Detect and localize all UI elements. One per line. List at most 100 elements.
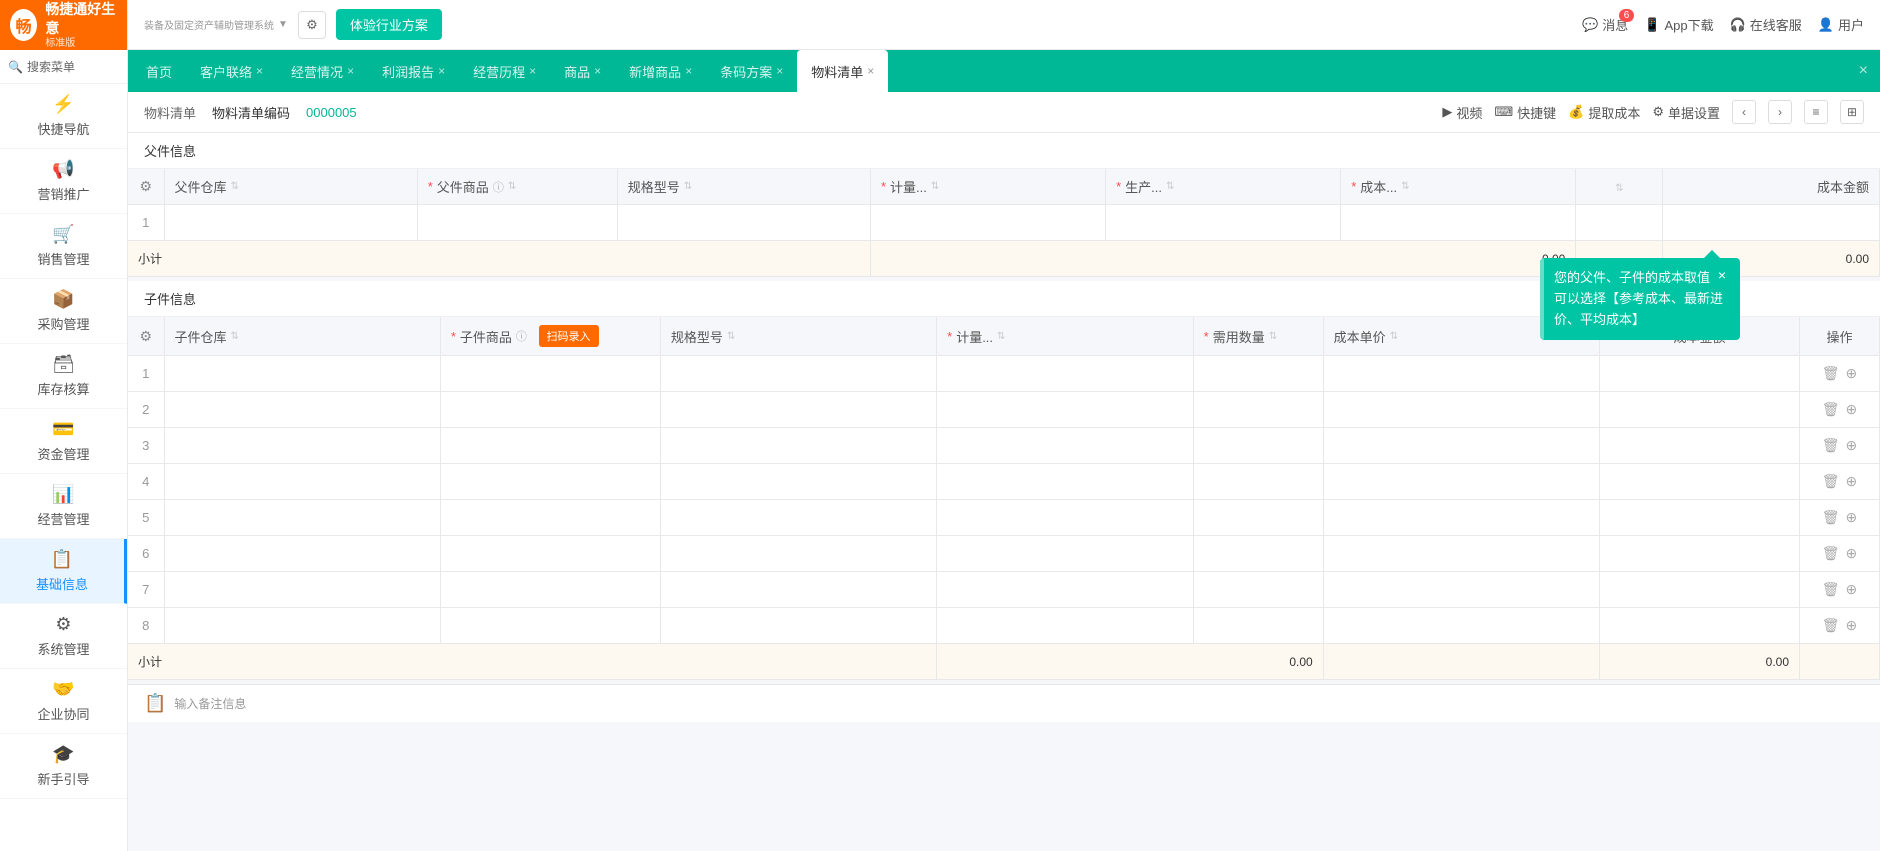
sidebar-item-quick-nav[interactable]: ⚡ 快捷导航 bbox=[0, 84, 127, 149]
child-quantity-cell[interactable] bbox=[1193, 392, 1323, 428]
delete-icon[interactable]: 🗑 bbox=[1822, 365, 1840, 382]
child-unit-cost-cell[interactable] bbox=[1323, 392, 1599, 428]
tab-goods[interactable]: 商品 × bbox=[550, 50, 615, 92]
child-quantity-cell[interactable] bbox=[1193, 464, 1323, 500]
child-goods-cell[interactable] bbox=[440, 464, 660, 500]
sort-icon[interactable]: ⇅ bbox=[508, 181, 516, 192]
sort-icon[interactable]: ⇅ bbox=[1401, 181, 1409, 192]
child-spec-cell[interactable] bbox=[660, 392, 936, 428]
copy-icon[interactable]: ⊕ bbox=[1846, 473, 1858, 490]
child-goods-cell[interactable] bbox=[440, 500, 660, 536]
child-quantity-cell[interactable] bbox=[1193, 536, 1323, 572]
child-goods-cell[interactable] bbox=[440, 608, 660, 644]
child-goods-cell[interactable] bbox=[440, 572, 660, 608]
note-placeholder[interactable]: 输入备注信息 bbox=[174, 695, 246, 712]
view-video-button[interactable]: ▶ 视频 bbox=[1442, 103, 1482, 122]
child-quantity-cell[interactable] bbox=[1193, 608, 1323, 644]
app-download-button[interactable]: 📱 App下载 bbox=[1644, 15, 1713, 34]
tab-customer-close[interactable]: × bbox=[256, 65, 263, 77]
extract-cost-button[interactable]: 💰 提取成本 bbox=[1568, 103, 1640, 122]
child-unit-cell[interactable] bbox=[937, 608, 1194, 644]
child-spec-cell[interactable] bbox=[660, 572, 936, 608]
sort-icon[interactable]: ⇅ bbox=[931, 181, 939, 192]
topbar-settings-button[interactable]: ⚙ bbox=[298, 11, 326, 39]
sort-icon[interactable]: ⇅ bbox=[727, 331, 735, 342]
gear-icon[interactable]: ⚙ bbox=[139, 178, 152, 194]
child-unit-cost-cell[interactable] bbox=[1323, 428, 1599, 464]
child-unit-cell[interactable] bbox=[937, 536, 1194, 572]
parent-unit-cell[interactable] bbox=[870, 205, 1105, 241]
child-unit-cell[interactable] bbox=[937, 572, 1194, 608]
tab-bom[interactable]: 物料清单 × bbox=[797, 50, 888, 92]
sidebar-item-marketing[interactable]: 📢 营销推广 bbox=[0, 149, 127, 214]
prev-record-button[interactable]: ‹ bbox=[1732, 100, 1756, 124]
tab-history-close[interactable]: × bbox=[529, 65, 536, 77]
gear-icon[interactable]: ⚙ bbox=[139, 328, 152, 344]
child-unit-cost-cell[interactable] bbox=[1323, 608, 1599, 644]
list-view-button[interactable]: ≡ bbox=[1804, 100, 1828, 124]
child-goods-cell[interactable] bbox=[440, 428, 660, 464]
online-service-button[interactable]: 🎧 在线客服 bbox=[1730, 15, 1802, 34]
delete-icon[interactable]: 🗑 bbox=[1822, 437, 1840, 454]
child-goods-cell[interactable] bbox=[440, 356, 660, 392]
parent-goods-cell[interactable] bbox=[417, 205, 617, 241]
child-unit-cell[interactable] bbox=[937, 392, 1194, 428]
parent-warehouse-cell[interactable] bbox=[164, 205, 417, 241]
child-spec-cell[interactable] bbox=[660, 608, 936, 644]
child-goods-cell[interactable] bbox=[440, 536, 660, 572]
scan-input-button[interactable]: 扫码录入 bbox=[539, 325, 599, 347]
tab-home[interactable]: 首页 bbox=[132, 50, 186, 92]
sidebar-item-sales[interactable]: 🛒 销售管理 bbox=[0, 214, 127, 279]
child-unit-cost-cell[interactable] bbox=[1323, 500, 1599, 536]
delete-icon[interactable]: 🗑 bbox=[1822, 617, 1840, 634]
tab-history[interactable]: 经营历程 × bbox=[459, 50, 550, 92]
expand-button[interactable]: ⊞ bbox=[1840, 100, 1864, 124]
delete-icon[interactable]: 🗑 bbox=[1822, 545, 1840, 562]
copy-icon[interactable]: ⊕ bbox=[1846, 401, 1858, 418]
child-quantity-cell[interactable] bbox=[1193, 356, 1323, 392]
tab-operation-close[interactable]: × bbox=[347, 65, 354, 77]
breadcrumb-bom[interactable]: 物料清单 bbox=[144, 103, 196, 122]
user-button[interactable]: 👤 用户 bbox=[1818, 15, 1864, 34]
copy-icon[interactable]: ⊕ bbox=[1846, 545, 1858, 562]
child-unit-cell[interactable] bbox=[937, 464, 1194, 500]
child-quantity-cell[interactable] bbox=[1193, 572, 1323, 608]
sort-icon[interactable]: ⇅ bbox=[1615, 183, 1623, 194]
child-th-gear[interactable]: ⚙ bbox=[128, 317, 164, 356]
copy-icon[interactable]: ⊕ bbox=[1846, 437, 1858, 454]
sidebar-item-basic-info[interactable]: 📋 基础信息 bbox=[0, 539, 127, 604]
child-unit-cell[interactable] bbox=[937, 356, 1194, 392]
tab-operation[interactable]: 经营情况 × bbox=[277, 50, 368, 92]
child-warehouse-cell[interactable] bbox=[164, 464, 440, 500]
tab-customer[interactable]: 客户联络 × bbox=[186, 50, 277, 92]
child-unit-cost-cell[interactable] bbox=[1323, 572, 1599, 608]
child-spec-cell[interactable] bbox=[660, 500, 936, 536]
shortcut-button[interactable]: ⌨ 快捷键 bbox=[1494, 103, 1556, 122]
sidebar-item-guide[interactable]: 🎓 新手引导 bbox=[0, 734, 127, 799]
tab-new-goods[interactable]: 新增商品 × bbox=[615, 50, 706, 92]
child-warehouse-cell[interactable] bbox=[164, 356, 440, 392]
child-quantity-cell[interactable] bbox=[1193, 500, 1323, 536]
child-quantity-cell[interactable] bbox=[1193, 428, 1323, 464]
copy-icon[interactable]: ⊕ bbox=[1846, 581, 1858, 598]
child-spec-cell[interactable] bbox=[660, 536, 936, 572]
sort-icon[interactable]: ⇅ bbox=[231, 181, 239, 192]
parent-cost-cell[interactable] bbox=[1341, 205, 1576, 241]
delete-icon[interactable]: 🗑 bbox=[1822, 401, 1840, 418]
child-goods-cell[interactable] bbox=[440, 392, 660, 428]
copy-icon[interactable]: ⊕ bbox=[1846, 509, 1858, 526]
system-title-selector[interactable]: 装备及固定资产辅助管理系统 ▼ bbox=[144, 17, 288, 32]
tab-barcode-close[interactable]: × bbox=[776, 65, 783, 77]
sort-icon[interactable]: ⇅ bbox=[1269, 331, 1277, 342]
child-unit-cost-cell[interactable] bbox=[1323, 464, 1599, 500]
copy-icon[interactable]: ⊕ bbox=[1846, 365, 1858, 382]
delete-icon[interactable]: 🗑 bbox=[1822, 509, 1840, 526]
sidebar-item-system[interactable]: ⚙ 系统管理 bbox=[0, 604, 127, 669]
parent-spec-cell[interactable] bbox=[617, 205, 870, 241]
global-close-button[interactable]: × bbox=[1851, 62, 1876, 80]
delete-icon[interactable]: 🗑 bbox=[1822, 473, 1840, 490]
sort-icon[interactable]: ⇅ bbox=[997, 331, 1005, 342]
tab-new-goods-close[interactable]: × bbox=[685, 65, 692, 77]
child-spec-cell[interactable] bbox=[660, 428, 936, 464]
copy-icon[interactable]: ⊕ bbox=[1846, 617, 1858, 634]
